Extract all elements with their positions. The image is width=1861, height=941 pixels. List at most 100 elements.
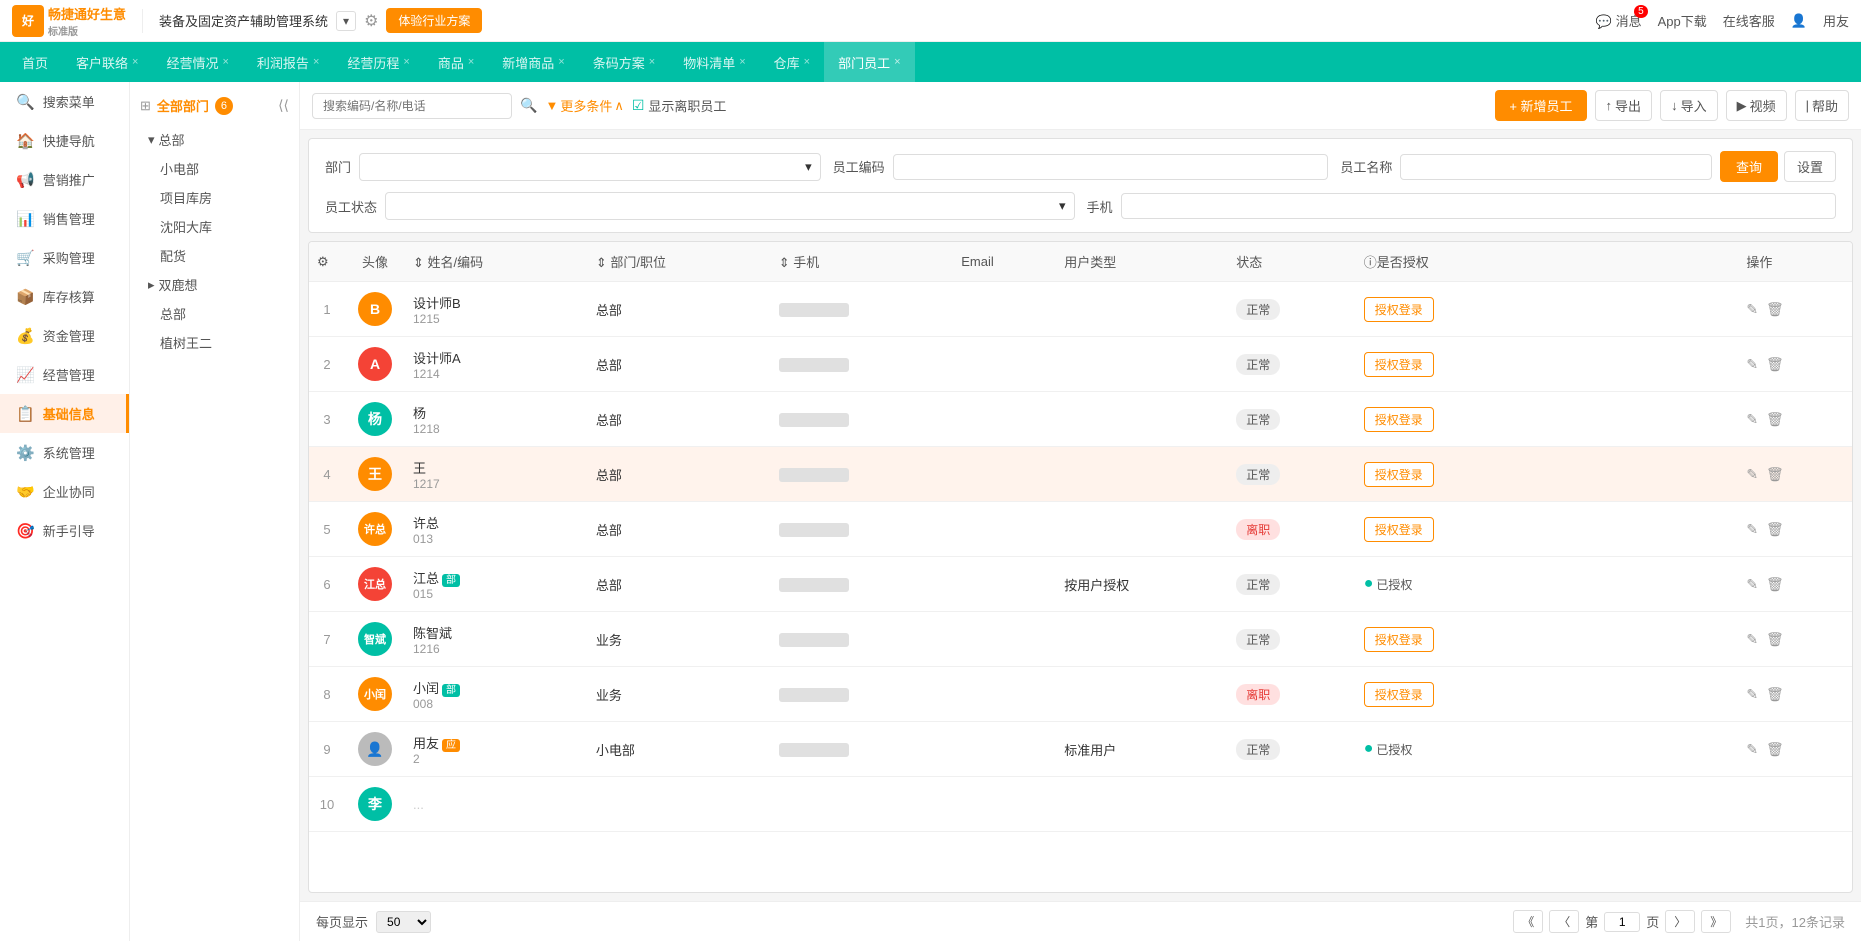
last-page-btn[interactable]: 》	[1701, 910, 1731, 933]
page-unit: 页	[1646, 912, 1659, 931]
delete-icon[interactable]: 🗑	[1766, 521, 1784, 538]
employee-status-select[interactable]: ▾	[385, 192, 1074, 220]
phone-blurred	[779, 633, 849, 647]
dept-collapse-btn[interactable]: ⟨⟨	[278, 97, 289, 114]
edit-icon[interactable]: ✎	[1746, 741, 1758, 758]
sidebar-item-marketing[interactable]: 📢 营销推广	[0, 160, 129, 199]
delete-icon[interactable]: 🗑	[1766, 576, 1784, 593]
delete-icon[interactable]: 🗑	[1766, 411, 1784, 428]
operation-cell: ✎ 🗑	[1738, 502, 1852, 557]
dept-node-zongbu-parent[interactable]: ▾ 总部	[130, 125, 299, 154]
col-dept[interactable]: ⇕ 部门/职位	[588, 242, 771, 282]
dept-filter-select[interactable]: ▾	[359, 153, 821, 181]
page-input[interactable]	[1604, 912, 1640, 932]
tab-profit[interactable]: 利润报告 ×	[243, 42, 333, 82]
help-button[interactable]: | 帮助	[1795, 90, 1849, 121]
sidebar-item-search[interactable]: 🔍 搜索菜单	[0, 82, 129, 121]
delete-icon[interactable]: 🗑	[1766, 741, 1784, 758]
tab-barcode[interactable]: 条码方案 ×	[579, 42, 669, 82]
sidebar-item-quicknav[interactable]: 🏠 快捷导航	[0, 121, 129, 160]
delete-icon[interactable]: 🗑	[1766, 301, 1784, 318]
sidebar-label-operation: 经营管理	[43, 365, 95, 384]
phone-blurred	[779, 413, 849, 427]
sidebar-item-finance[interactable]: 💰 资金管理	[0, 316, 129, 355]
top-bar-right: 💬 5 消息 App下载 在线客服 👤 用友	[1596, 11, 1849, 30]
show-resigned-checkbox[interactable]: ☑ 显示离职员工	[632, 96, 727, 115]
edit-icon[interactable]: ✎	[1746, 411, 1758, 428]
auth-login-btn[interactable]: 授权登录	[1364, 352, 1434, 377]
employee-name-input[interactable]	[1400, 154, 1712, 180]
settings-icon[interactable]: ⚙	[364, 11, 378, 31]
trial-button[interactable]: 体验行业方案	[386, 8, 482, 33]
delete-icon[interactable]: 🗑	[1766, 686, 1784, 703]
sidebar-item-system[interactable]: ⚙️ 系统管理	[0, 433, 129, 472]
edit-icon[interactable]: ✎	[1746, 686, 1758, 703]
user-avatar[interactable]: 👤	[1791, 13, 1807, 29]
delete-icon[interactable]: 🗑	[1766, 631, 1784, 648]
system-title-dropdown[interactable]: ▾	[336, 11, 356, 31]
auth-login-btn[interactable]: 授权登录	[1364, 462, 1434, 487]
more-filter-btn[interactable]: ▼ 更多条件 ∧	[545, 96, 623, 115]
add-employee-button[interactable]: + 新增员工	[1495, 90, 1586, 121]
first-page-btn[interactable]: 《	[1513, 910, 1543, 933]
online-service-link[interactable]: 在线客服	[1723, 11, 1775, 30]
tab-bom[interactable]: 物料清单 ×	[669, 42, 759, 82]
sidebar-item-sales[interactable]: 📊 销售管理	[0, 199, 129, 238]
col-name[interactable]: ⇕ 姓名/编码	[405, 242, 588, 282]
edit-icon[interactable]: ✎	[1746, 576, 1758, 593]
sidebar-item-guide[interactable]: 🎯 新手引导	[0, 511, 129, 550]
tab-employees[interactable]: 部门员工 ×	[824, 42, 914, 82]
tab-home[interactable]: 首页	[8, 42, 62, 82]
page-size-select[interactable]: 50 20 100	[376, 911, 431, 933]
sidebar-item-inventory[interactable]: 📦 库存核算	[0, 277, 129, 316]
auth-login-btn[interactable]: 授权登录	[1364, 517, 1434, 542]
reset-button[interactable]: 设置	[1784, 151, 1836, 182]
dept-node-zhishu[interactable]: 植树王二	[130, 328, 299, 357]
search-button[interactable]: 查询	[1720, 151, 1778, 182]
message-button[interactable]: 💬 5 消息	[1596, 11, 1642, 30]
edit-icon[interactable]: ✎	[1746, 631, 1758, 648]
auth-login-btn[interactable]: 授权登录	[1364, 407, 1434, 432]
sidebar-item-purchase[interactable]: 🛒 采购管理	[0, 238, 129, 277]
edit-icon[interactable]: ✎	[1746, 301, 1758, 318]
sidebar-item-basic[interactable]: 📋 基础信息	[0, 394, 129, 433]
employee-code-input[interactable]	[893, 154, 1329, 180]
dept-node-zongbu2[interactable]: 总部	[130, 299, 299, 328]
view-button[interactable]: ▶ 视频	[1726, 90, 1787, 121]
sidebar-item-enterprise[interactable]: 🤝 企业协同	[0, 472, 129, 511]
edit-icon[interactable]: ✎	[1746, 521, 1758, 538]
tab-warehouse[interactable]: 仓库 ×	[760, 42, 824, 82]
tab-history[interactable]: 经营历程 ×	[333, 42, 423, 82]
phone-input[interactable]	[1121, 193, 1836, 219]
next-page-btn[interactable]: 〉	[1665, 910, 1695, 933]
app-sub: 标准版	[48, 23, 126, 38]
tab-customer[interactable]: 客户联络 ×	[62, 42, 152, 82]
dept-node-shuangluxiang[interactable]: ▸ 双鹿想	[130, 270, 299, 299]
tab-goods[interactable]: 商品 ×	[424, 42, 488, 82]
export-button[interactable]: ↑ 导出	[1595, 90, 1653, 121]
status-cell: 正常	[1228, 447, 1355, 502]
table-header-row: ⚙ 头像 ⇕ 姓名/编码 ⇕ 部门/职位 ⇕ 手机 Email 用户类型 状态 …	[309, 242, 1852, 282]
search-icon-btn[interactable]: 🔍	[520, 97, 537, 114]
dept-node-xiangmu[interactable]: 项目库房	[130, 183, 299, 212]
tab-new-goods[interactable]: 新增商品 ×	[488, 42, 578, 82]
auth-login-btn[interactable]: 授权登录	[1364, 682, 1434, 707]
col-phone[interactable]: ⇕ 手机	[771, 242, 954, 282]
prev-page-btn[interactable]: 〈	[1549, 910, 1579, 933]
edit-icon[interactable]: ✎	[1746, 356, 1758, 373]
col-settings[interactable]: ⚙	[309, 242, 345, 282]
dept-all-label[interactable]: 全部部门	[157, 96, 209, 115]
dept-node-xiaodibu[interactable]: 小电部	[130, 154, 299, 183]
edit-icon[interactable]: ✎	[1746, 466, 1758, 483]
delete-icon[interactable]: 🗑	[1766, 466, 1784, 483]
search-input[interactable]	[312, 93, 512, 119]
sidebar-item-operation[interactable]: 📈 经营管理	[0, 355, 129, 394]
auth-login-btn[interactable]: 授权登录	[1364, 297, 1434, 322]
dept-node-shenyang[interactable]: 沈阳大库	[130, 212, 299, 241]
auth-login-btn[interactable]: 授权登录	[1364, 627, 1434, 652]
dept-node-peihuo[interactable]: 配货	[130, 241, 299, 270]
delete-icon[interactable]: 🗑	[1766, 356, 1784, 373]
app-download-link[interactable]: App下载	[1658, 11, 1707, 30]
import-button[interactable]: ↓ 导入	[1660, 90, 1718, 121]
tab-operation[interactable]: 经营情况 ×	[152, 42, 242, 82]
